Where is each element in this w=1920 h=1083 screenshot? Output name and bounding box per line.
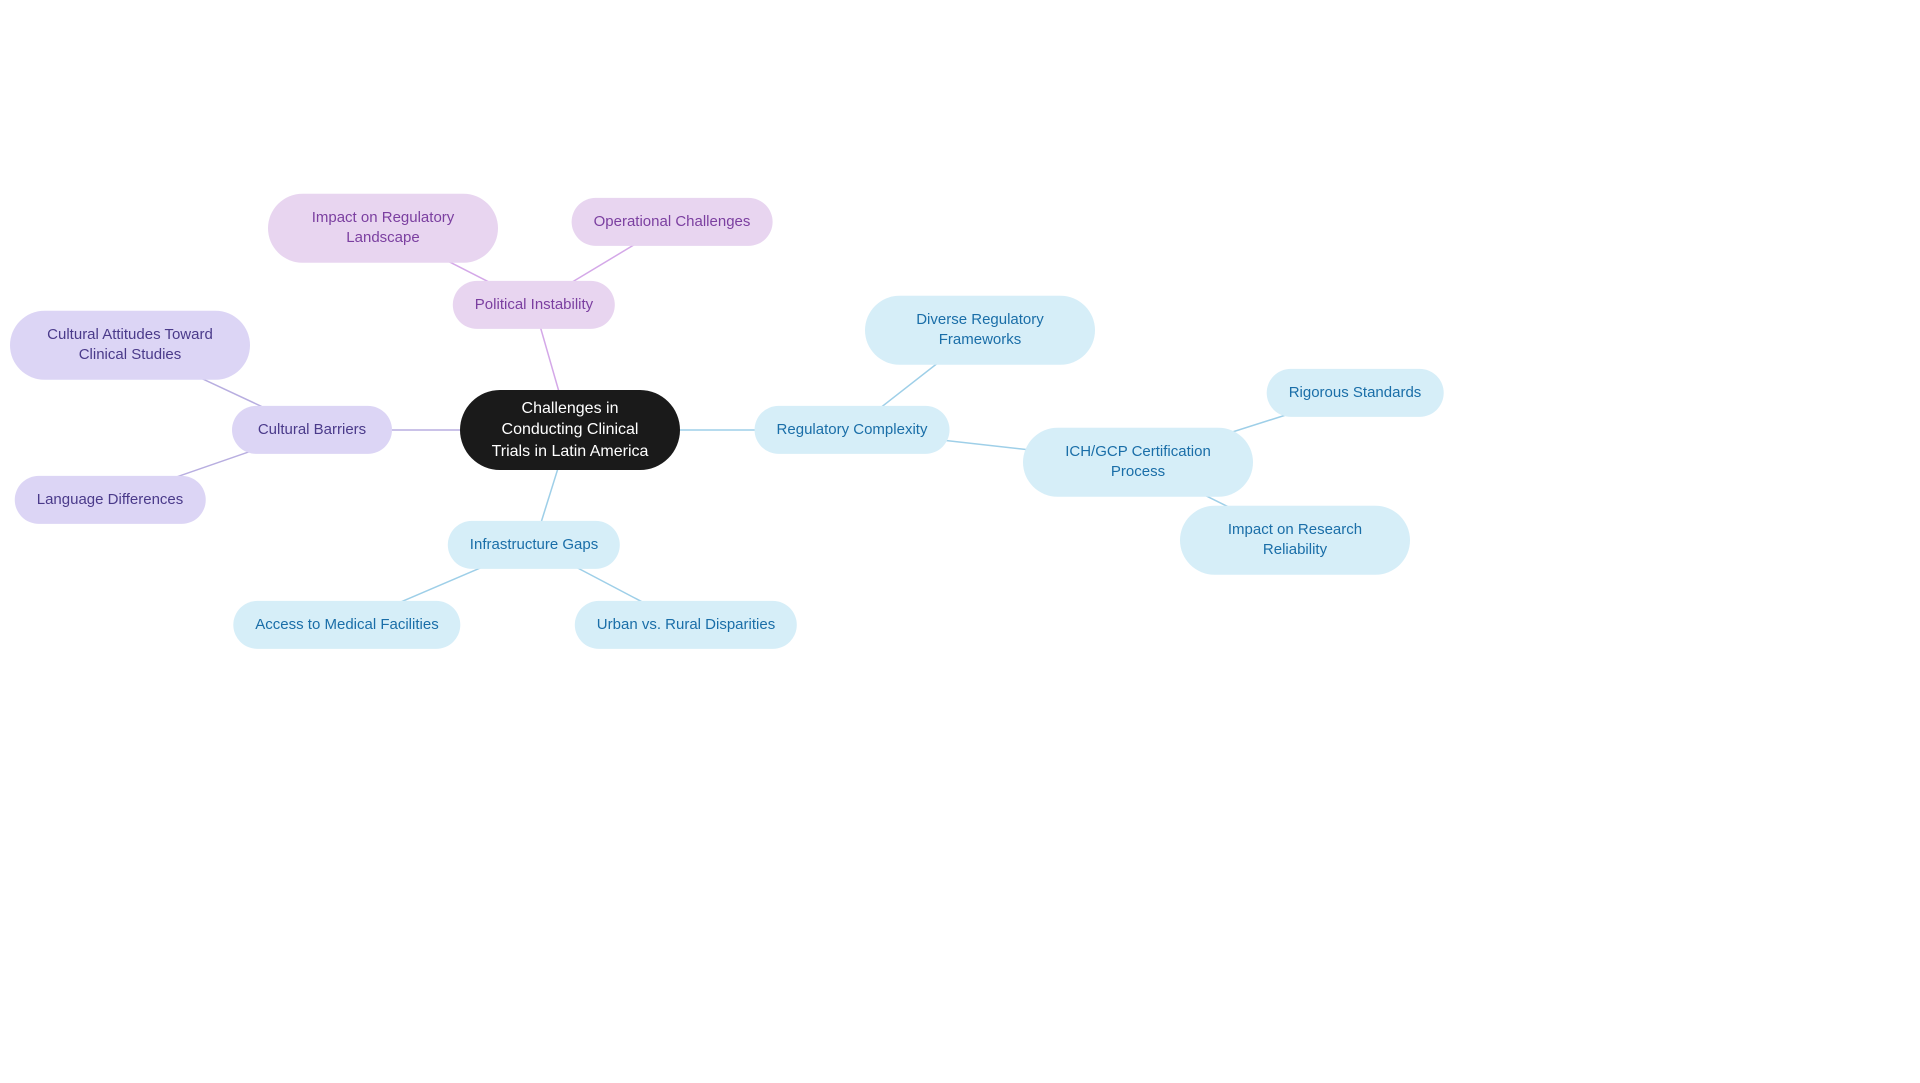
mindmap-container: Challenges in Conducting Clinical Trials… bbox=[0, 0, 1920, 1083]
node-operationalChallenges[interactable]: Operational Challenges bbox=[572, 198, 773, 246]
node-center[interactable]: Challenges in Conducting Clinical Trials… bbox=[460, 390, 680, 470]
node-culturalBarriers[interactable]: Cultural Barriers bbox=[232, 406, 392, 454]
node-urbanRural[interactable]: Urban vs. Rural Disparities bbox=[575, 601, 797, 649]
node-languageDiff[interactable]: Language Differences bbox=[15, 476, 206, 524]
node-accessMedical[interactable]: Access to Medical Facilities bbox=[233, 601, 460, 649]
node-regulatoryComplexity[interactable]: Regulatory Complexity bbox=[755, 406, 950, 454]
node-diverseFrameworks[interactable]: Diverse Regulatory Frameworks bbox=[865, 296, 1095, 365]
node-politicalInstability[interactable]: Political Instability bbox=[453, 281, 615, 329]
node-culturalAttitudes[interactable]: Cultural Attitudes Toward Clinical Studi… bbox=[10, 311, 250, 380]
node-rigorousStandards[interactable]: Rigorous Standards bbox=[1267, 369, 1444, 417]
node-impactRegulatory[interactable]: Impact on Regulatory Landscape bbox=[268, 194, 498, 263]
connections-svg bbox=[0, 0, 1920, 1083]
node-impactResearch[interactable]: Impact on Research Reliability bbox=[1180, 506, 1410, 575]
node-infrastructureGaps[interactable]: Infrastructure Gaps bbox=[448, 521, 620, 569]
node-ichGcp[interactable]: ICH/GCP Certification Process bbox=[1023, 428, 1253, 497]
